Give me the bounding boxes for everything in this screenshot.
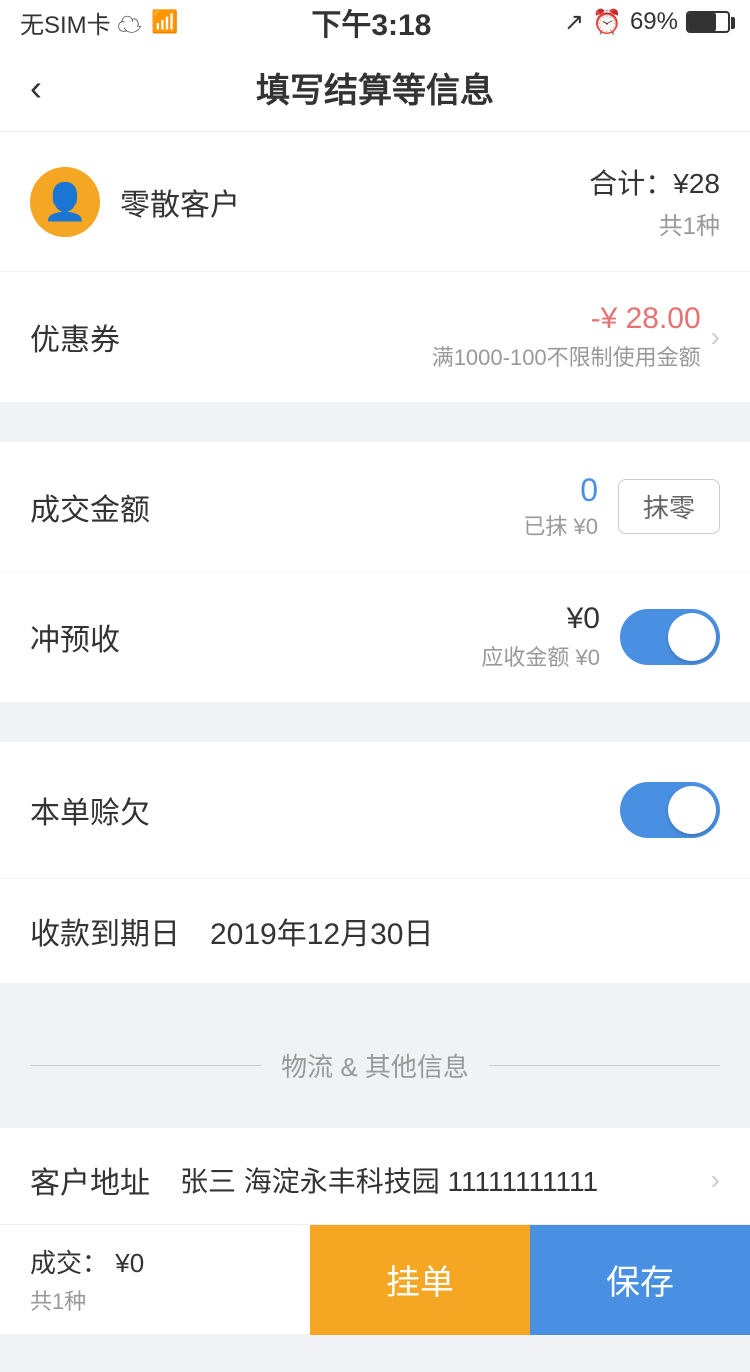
back-button[interactable]: ‹	[30, 67, 42, 109]
status-left: 无SIM卡 ☁ 📶	[20, 5, 179, 40]
round-zero-button[interactable]: 抹零	[618, 479, 720, 534]
ben-dan-toggle[interactable]	[620, 782, 720, 838]
nav-bar: ‹ 填写结算等信息	[0, 44, 750, 132]
ya-mo-info: 已抹 ¥0	[523, 509, 598, 541]
deal-amount-section: 成交金额 0 已抹 ¥0 抹零 冲预收 ¥0 应收金额 ¥0	[0, 442, 750, 702]
chong-amount: ¥0	[481, 602, 600, 636]
chong-yushou-label: 冲预收	[30, 615, 120, 659]
chong-right: ¥0 应收金额 ¥0	[481, 602, 720, 672]
ben-dan-section: 本单赊欠 收款到期日 2019年12月30日	[0, 742, 750, 983]
coupon-right: -¥ 28.00 满1000-100不限制使用金额 ›	[432, 302, 720, 372]
address-row[interactable]: 客户地址 张三 海淀永丰科技园 11111111111 ›	[0, 1128, 750, 1232]
deal-amount-label: 成交金额	[30, 485, 150, 529]
ben-dan-row: 本单赊欠	[0, 742, 750, 878]
bottom-deal-amount: 成交： ¥0	[30, 1243, 280, 1280]
total-count: 共1种	[589, 206, 720, 241]
ben-dan-toggle-knob	[668, 786, 716, 834]
chong-yingshou: 应收金额 ¥0	[481, 640, 600, 672]
customer-avatar: 👤	[30, 167, 100, 237]
coupon-row[interactable]: 优惠券 -¥ 28.00 满1000-100不限制使用金额 ›	[0, 271, 750, 402]
deal-amount-right: 0 已抹 ¥0 抹零	[523, 472, 720, 541]
due-date-value: 2019年12月30日	[210, 909, 433, 953]
logistics-line-right	[489, 1065, 720, 1066]
coupon-discount: -¥ 28.00	[432, 302, 701, 336]
due-date-label: 收款到期日	[30, 909, 180, 953]
customer-name: 零散客户	[120, 180, 240, 224]
address-label: 客户地址	[30, 1158, 150, 1202]
section-divider-2	[0, 722, 750, 742]
address-value: 张三 海淀永丰科技园 11111111111	[180, 1160, 711, 1200]
chevron-right-icon: ›	[711, 321, 720, 353]
section-divider-4	[0, 1108, 750, 1128]
coupon-desc: 满1000-100不限制使用金额	[432, 340, 701, 372]
chong-yushou-toggle[interactable]	[620, 609, 720, 665]
sim-label: 无SIM卡 ☁	[20, 5, 141, 40]
status-time: 下午3:18	[311, 0, 431, 44]
bottom-count: 共1种	[30, 1284, 280, 1316]
section-divider-1	[0, 422, 750, 442]
page-title: 填写结算等信息	[256, 63, 494, 112]
deal-amount-input[interactable]: 0	[523, 472, 598, 509]
coupon-label: 优惠券	[30, 315, 120, 359]
bottom-bar: 成交： ¥0 共1种 挂单 保存	[0, 1224, 750, 1334]
status-bar: 无SIM卡 ☁ 📶 下午3:18 ↗ ⏰ 69%	[0, 0, 750, 44]
address-chevron-icon: ›	[711, 1164, 720, 1196]
alarm-icon: ⏰	[592, 8, 622, 37]
battery-icon	[686, 11, 730, 33]
due-date-row: 收款到期日 2019年12月30日	[0, 878, 750, 983]
logistics-title: 物流 & 其他信息	[281, 1047, 469, 1084]
avatar-icon: 👤	[43, 181, 88, 223]
total-amount: 合计：¥28	[589, 162, 720, 202]
logistics-line-left	[30, 1065, 261, 1066]
address-section: 客户地址 张三 海淀永丰科技园 11111111111 ›	[0, 1128, 750, 1232]
battery-percent: 69%	[630, 8, 678, 36]
wifi-icon: 📶	[151, 9, 178, 35]
section-divider-3	[0, 1003, 750, 1023]
chong-amounts: ¥0 应收金额 ¥0	[481, 602, 600, 672]
ben-dan-label: 本单赊欠	[30, 788, 150, 832]
bottom-deal-value: ¥0	[115, 1248, 144, 1278]
status-right: ↗ ⏰ 69%	[564, 8, 730, 37]
save-button[interactable]: 保存	[530, 1225, 750, 1335]
logistics-header: 物流 & 其他信息	[0, 1023, 750, 1108]
customer-section: 👤 零散客户 合计：¥28 共1种 优惠券 -¥ 28.00 满1000-100…	[0, 132, 750, 402]
coupon-content: -¥ 28.00 满1000-100不限制使用金额	[432, 302, 701, 372]
toggle-knob	[668, 613, 716, 661]
customer-total: 合计：¥28 共1种	[589, 162, 720, 241]
bottom-info: 成交： ¥0 共1种	[0, 1243, 310, 1316]
hang-button[interactable]: 挂单	[310, 1225, 530, 1335]
chong-yushou-row: 冲预收 ¥0 应收金额 ¥0	[0, 572, 750, 702]
location-icon: ↗	[564, 8, 584, 37]
content-area: 👤 零散客户 合计：¥28 共1种 优惠券 -¥ 28.00 满1000-100…	[0, 132, 750, 1372]
customer-row: 👤 零散客户 合计：¥28 共1种	[0, 132, 750, 271]
bottom-deal-label: 成交：	[30, 1248, 108, 1278]
customer-left: 👤 零散客户	[30, 167, 240, 237]
deal-amount-row: 成交金额 0 已抹 ¥0 抹零	[0, 442, 750, 572]
